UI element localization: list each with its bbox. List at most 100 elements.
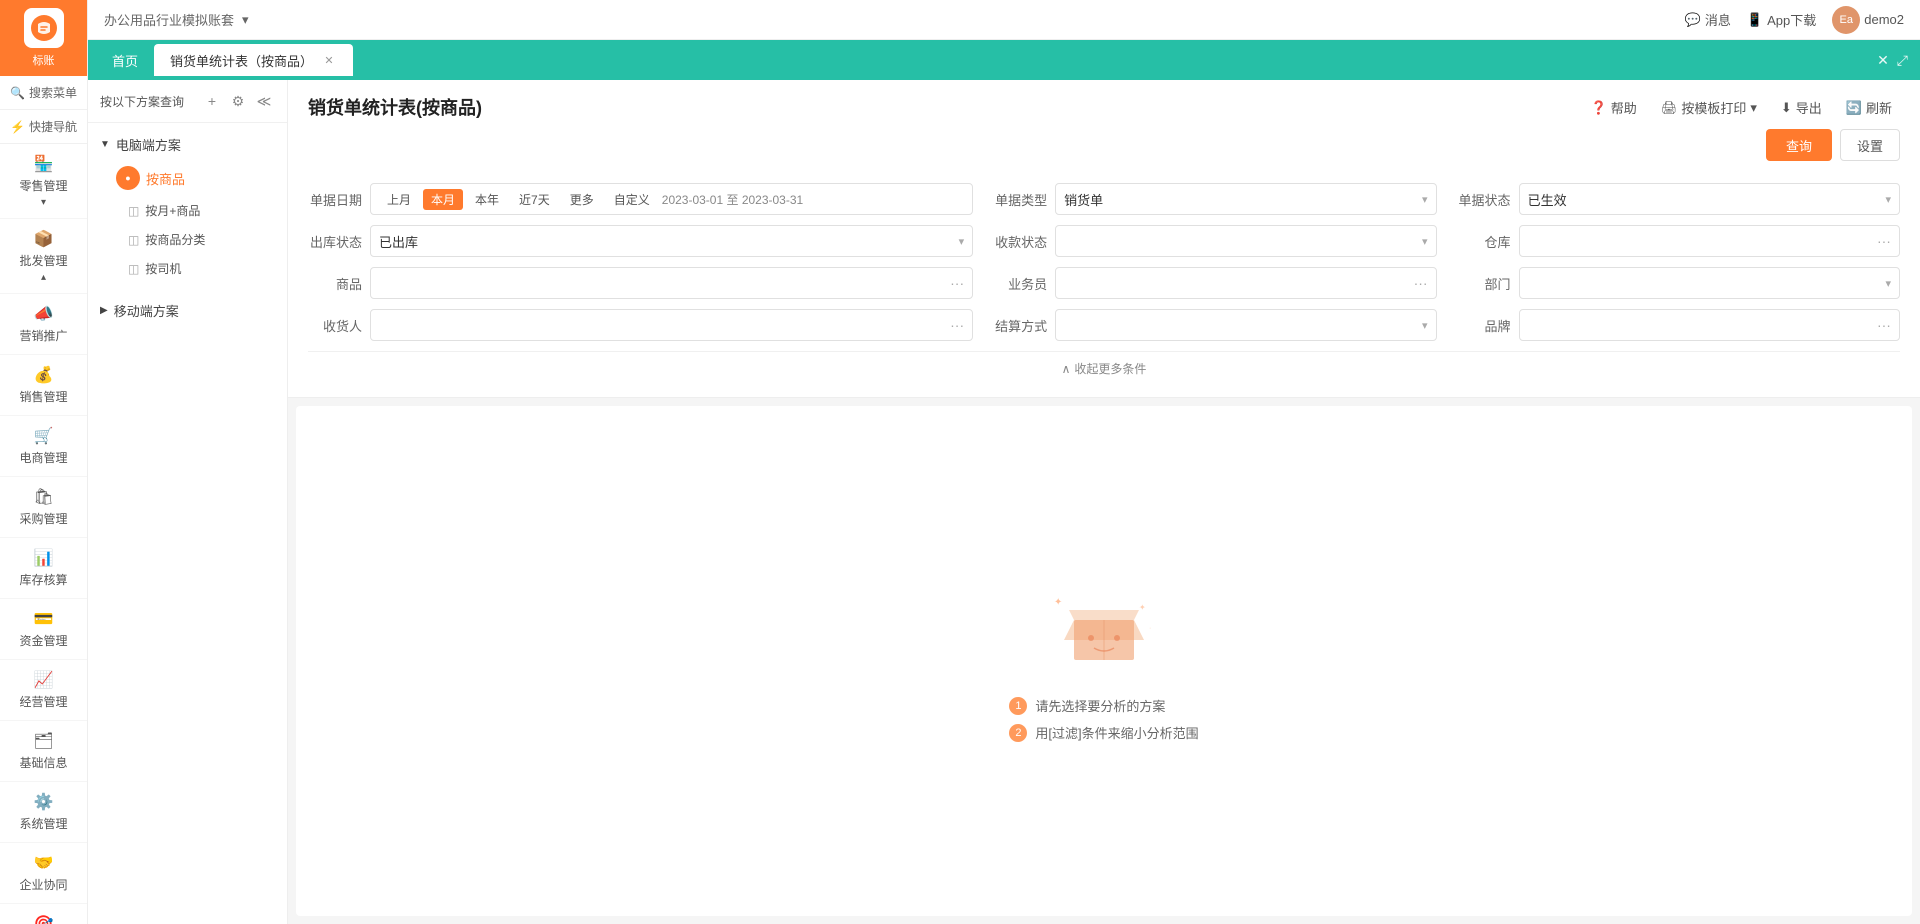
sidebar-item-ecommerce[interactable]: 🛒 电商管理 — [0, 416, 87, 477]
setting-btn[interactable]: 设置 — [1840, 129, 1900, 161]
month-icon: ◫ — [128, 204, 139, 218]
tab-report[interactable]: 销货单统计表（按商品） ✕ — [154, 44, 353, 76]
date-tag-last-month[interactable]: 上月 — [379, 189, 419, 210]
query-btn[interactable]: 查询 — [1766, 129, 1832, 161]
receipt-status-control[interactable]: ▾ — [1055, 225, 1436, 257]
refresh-btn[interactable]: 🔄 刷新 — [1838, 94, 1900, 121]
settlement-label: 结算方式 — [993, 316, 1047, 335]
filter-settlement-field: 结算方式 ▾ — [993, 309, 1436, 341]
filter-row-4: 收货人 ··· 结算方式 ▾ — [308, 309, 1900, 341]
tabbar-right: ✕ ⤢ — [1877, 52, 1920, 69]
tree-child-by-goods[interactable]: ● 按商品 — [88, 160, 287, 196]
filter-row-2: 出库状态 已出库 ▾ 收款状态 ▾ — [308, 225, 1900, 257]
filter-out-status-field: 出库状态 已出库 ▾ — [308, 225, 973, 257]
tree-subchild-month-goods[interactable]: ◫ 按月+商品 — [88, 196, 287, 225]
tree-parent-mobile[interactable]: ▶ 移动端方案 — [88, 295, 287, 326]
collapse-filters-btn[interactable]: ∧ 收起更多条件 — [308, 351, 1900, 385]
goods-control[interactable]: ··· — [370, 267, 973, 299]
filter-section: 销货单统计表(按商品) ❓ 帮助 🖨 按模板打印 ▾ — [288, 80, 1920, 398]
bill-type-control[interactable]: 销货单 ▾ — [1055, 183, 1436, 215]
sidebar-item-enterprise[interactable]: 🤝 企业协同 — [0, 843, 87, 904]
date-tag-7days[interactable]: 近7天 — [511, 189, 558, 210]
filter-rows: 单据日期 上月 本月 本年 近7天 更多 自定义 20 — [288, 183, 1920, 397]
warehouse-label: 仓库 — [1457, 232, 1511, 251]
filter-receiver-field: 收货人 ··· — [308, 309, 973, 341]
empty-tip-1-text: 请先选择要分析的方案 — [1035, 696, 1165, 715]
message-btn[interactable]: 💬 消息 — [1685, 10, 1731, 29]
tree-parent-desktop[interactable]: ▼ 电脑端方案 — [88, 129, 287, 160]
driver-icon: ◫ — [128, 262, 139, 276]
tree-subchild-driver[interactable]: ◫ 按司机 — [88, 254, 287, 283]
help-btn[interactable]: ❓ 帮助 — [1583, 94, 1645, 121]
svg-text:✦: ✦ — [1139, 603, 1146, 612]
goods-dots[interactable]: ··· — [950, 275, 964, 291]
tabbar: 首页 销货单统计表（按商品） ✕ ✕ ⤢ — [88, 40, 1920, 80]
brand-control[interactable]: ··· — [1519, 309, 1900, 341]
sidebar-item-purchase[interactable]: 🛍 采购管理 — [0, 477, 87, 538]
collapse-panel-btn[interactable]: ≪ — [253, 90, 275, 112]
tree-expand-icon: ▼ — [100, 139, 110, 150]
user-avatar: Ea — [1832, 6, 1860, 34]
tree-section-mobile: ▶ 移动端方案 — [88, 289, 287, 332]
user-menu[interactable]: Ea demo2 — [1832, 6, 1904, 34]
tree-subchild-goods-category[interactable]: ◫ 按商品分类 — [88, 225, 287, 254]
page-container: 按以下方案查询 + ⚙ ≪ ▼ 电脑端方案 — [88, 80, 1920, 924]
filter-salesperson-field: 业务员 ··· — [993, 267, 1436, 299]
filter-brand-field: 品牌 ··· — [1457, 309, 1900, 341]
tree-expand-right-icon: ▶ — [100, 305, 108, 316]
settlement-control[interactable]: ▾ — [1055, 309, 1436, 341]
warehouse-dots[interactable]: ··· — [1877, 233, 1891, 249]
search-menu-item[interactable]: 🔍 搜索菜单 — [0, 76, 87, 110]
settings-scheme-btn[interactable]: ⚙ — [227, 90, 249, 112]
bill-type-arrow: ▾ — [1422, 193, 1428, 206]
tab-report-label: 销货单统计表（按商品） — [170, 51, 313, 70]
sidebar-item-finance[interactable]: 💳 资金管理 — [0, 599, 87, 660]
sidebar-item-newbie[interactable]: 🎯 新手引导 — [0, 904, 87, 924]
window-close-icon[interactable]: ✕ — [1877, 52, 1889, 69]
receiver-dots[interactable]: ··· — [950, 317, 964, 333]
industry-dropdown-icon[interactable]: ▾ — [242, 12, 249, 28]
sidebar-item-basic[interactable]: 🗂 基础信息 — [0, 721, 87, 782]
receiver-control[interactable]: ··· — [370, 309, 973, 341]
sidebar-item-system[interactable]: ⚙️ 系统管理 — [0, 782, 87, 843]
salesperson-control[interactable]: ··· — [1055, 267, 1436, 299]
date-tag-this-year[interactable]: 本年 — [467, 189, 507, 210]
topbar-right: 💬 消息 📱 App下载 Ea demo2 — [1685, 6, 1904, 34]
date-tag-more[interactable]: 更多 — [562, 189, 602, 210]
marketing-icon: 📣 — [34, 304, 54, 324]
retail-icon: 🏪 — [34, 154, 54, 174]
sidebar-item-marketing[interactable]: 📣 营销推广 — [0, 294, 87, 355]
system-icon: ⚙️ — [34, 792, 54, 812]
add-scheme-btn[interactable]: + — [201, 90, 223, 112]
brand-dots[interactable]: ··· — [1877, 317, 1891, 333]
salesperson-dots[interactable]: ··· — [1414, 275, 1428, 291]
date-tag-this-month[interactable]: 本月 — [423, 189, 463, 210]
date-label: 单据日期 — [308, 190, 362, 209]
warehouse-control[interactable]: ··· — [1519, 225, 1900, 257]
sidebar-item-wholesale[interactable]: 📦 批发管理 ▴ — [0, 219, 87, 294]
sidebar-item-operations[interactable]: 📈 经营管理 — [0, 660, 87, 721]
settlement-arrow: ▾ — [1422, 319, 1428, 332]
receiver-label: 收货人 — [308, 316, 362, 335]
out-status-control[interactable]: 已出库 ▾ — [370, 225, 973, 257]
quick-nav-item[interactable]: ⚡ 快捷导航 — [0, 110, 87, 144]
sidebar-item-sales[interactable]: 💰 销售管理 — [0, 355, 87, 416]
topbar-left: 办公用品行业模拟账套 ▾ — [104, 10, 249, 29]
sidebar-item-inventory[interactable]: 📊 库存核算 — [0, 538, 87, 599]
tab-home[interactable]: 首页 — [96, 44, 154, 76]
date-tags: 上月 本月 本年 近7天 更多 自定义 — [379, 189, 658, 210]
bill-status-control[interactable]: 已生效 ▾ — [1519, 183, 1900, 215]
tip-num-1: 1 — [1009, 697, 1027, 715]
date-range-value: 2023-03-01 至 2023-03-31 — [662, 191, 803, 208]
export-btn[interactable]: ⬇ 导出 — [1773, 94, 1830, 121]
empty-tip-2: 2 用[过滤]条件来缩小分析范围 — [1009, 723, 1198, 742]
app-download-btn[interactable]: 📱 App下载 — [1747, 10, 1816, 29]
finance-icon: 💳 — [34, 609, 54, 629]
date-tag-custom[interactable]: 自定义 — [606, 189, 658, 210]
sidebar-item-retail[interactable]: 🏪 零售管理 ▾ — [0, 144, 87, 219]
tab-report-close[interactable]: ✕ — [321, 52, 337, 68]
print-btn[interactable]: 🖨 按模板打印 ▾ — [1653, 94, 1765, 121]
department-control[interactable]: ▾ — [1519, 267, 1900, 299]
department-arrow: ▾ — [1885, 277, 1891, 290]
window-maximize-icon[interactable]: ⤢ — [1897, 52, 1908, 69]
